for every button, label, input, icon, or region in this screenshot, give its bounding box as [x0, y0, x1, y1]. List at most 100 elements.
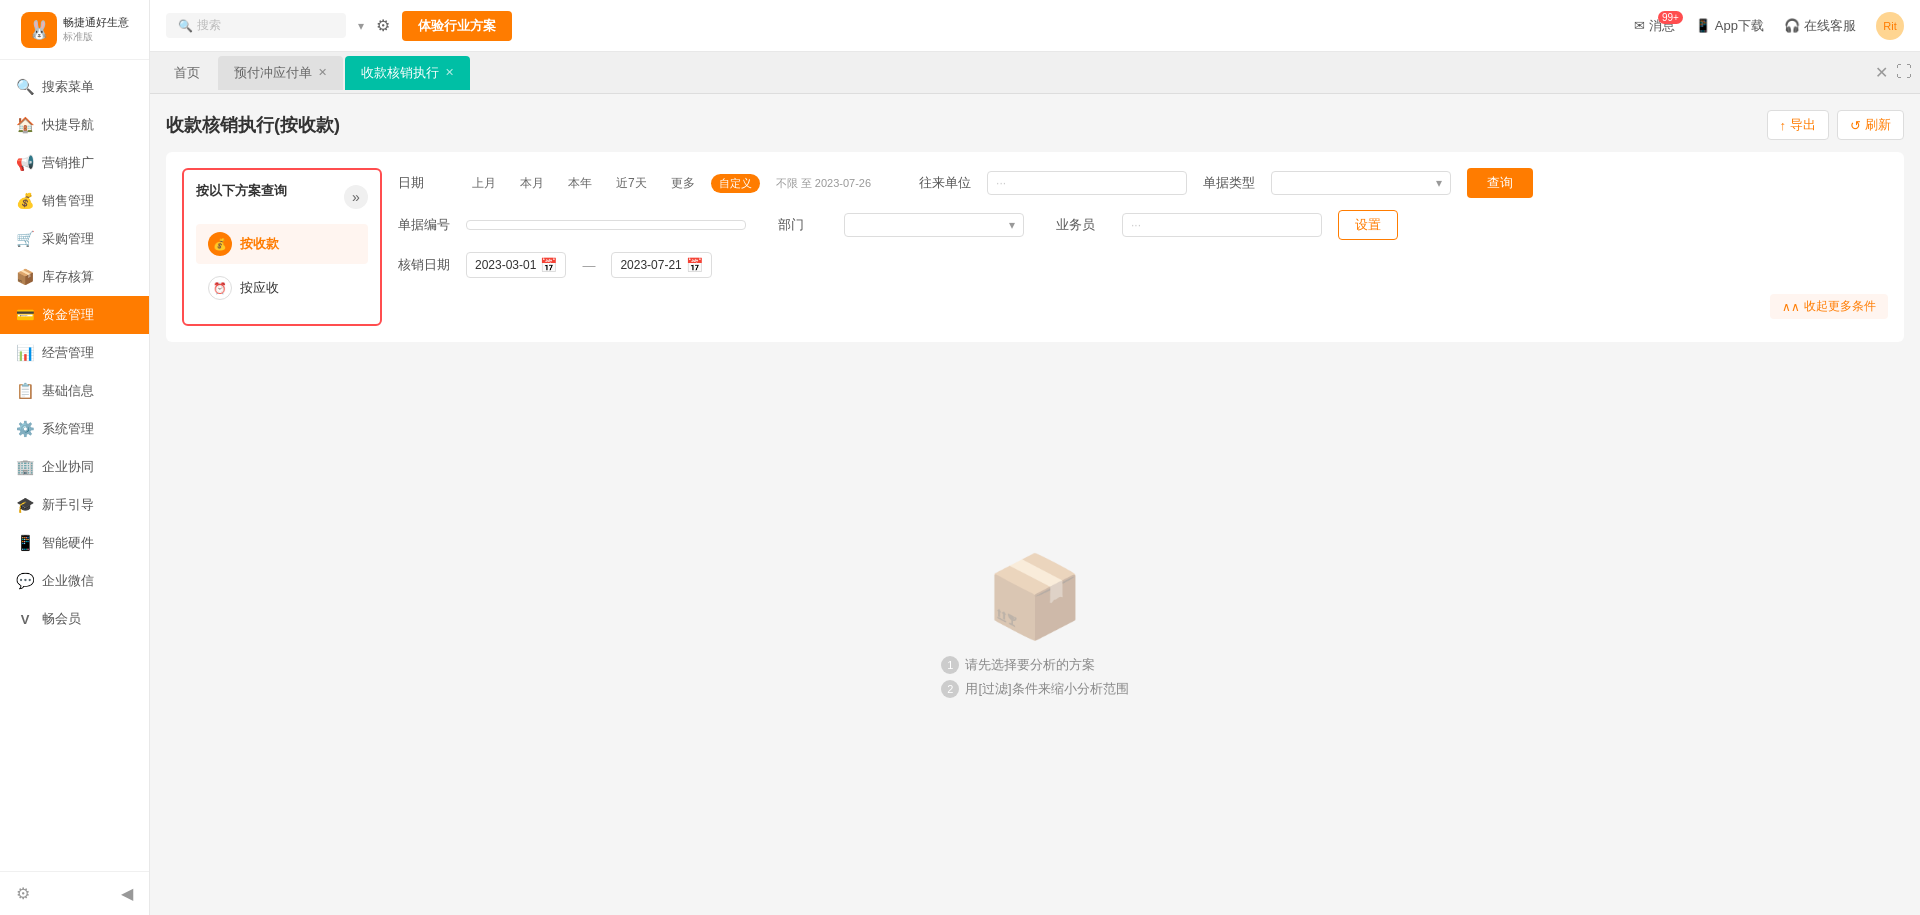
- app-name: 畅捷通好生意: [63, 15, 129, 29]
- empty-illustration: 📦: [985, 550, 1085, 644]
- tabbar: 首页 预付冲应付单 ✕ 收款核销执行 ✕ ✕ ⛶: [150, 52, 1920, 94]
- filter-area: 日期 上月 本月 本年 近7天 更多 自定义 不限 至 2023-07-26 往…: [398, 168, 1888, 326]
- topbar: 🔍 搜索 ▾ ⚙ 体验行业方案 ✉ 消息 99+ 📱 App下载 🎧 在线客服 …: [150, 0, 1920, 52]
- tab-receipt-offset-label: 收款核销执行: [361, 64, 439, 82]
- sidebar-item-system[interactable]: ⚙️ 系统管理: [0, 410, 149, 448]
- user-avatar[interactable]: Rit: [1876, 12, 1904, 40]
- filter-row-2: 单据编号 部门 ▾ 业务员 ··· 设置: [398, 210, 1888, 240]
- doc-type-dropdown-icon: ▾: [1436, 176, 1442, 190]
- tab-expand-icon[interactable]: ⛶: [1896, 63, 1912, 82]
- sidebar-label-system: 系统管理: [42, 420, 94, 438]
- query-sidebar-collapse-btn[interactable]: »: [344, 185, 368, 209]
- message-icon: ✉: [1634, 18, 1645, 33]
- counterparty-label: 往来单位: [919, 174, 971, 192]
- query-option-by-receipt[interactable]: 💰 按收款: [196, 224, 368, 264]
- industry-solution-button[interactable]: 体验行业方案: [402, 11, 512, 41]
- doc-number-input[interactable]: [466, 220, 746, 230]
- user-name: Rit: [1883, 20, 1896, 32]
- by-receipt-icon: 💰: [208, 232, 232, 256]
- tab-close-all-icon[interactable]: ✕: [1875, 63, 1888, 82]
- sidebar-item-hardware[interactable]: 📱 智能硬件: [0, 524, 149, 562]
- date-btn-custom[interactable]: 自定义: [711, 174, 760, 193]
- query-sidebar-title: 按以下方案查询: [196, 182, 287, 200]
- sidebar-item-guide[interactable]: 🎓 新手引导: [0, 486, 149, 524]
- collapse-more-button[interactable]: ∧∧ 收起更多条件: [1770, 294, 1888, 319]
- sidebar-item-marketing[interactable]: 📢 营销推广: [0, 144, 149, 182]
- topbar-search-icon: 🔍: [178, 19, 193, 33]
- online-service-icon: 🎧: [1784, 18, 1800, 33]
- sidebar-label-wechat: 企业微信: [42, 572, 94, 590]
- sidebar-item-inventory[interactable]: 📦 库存核算: [0, 258, 149, 296]
- tab-receipt-offset-close[interactable]: ✕: [445, 66, 454, 79]
- verify-date-end-input[interactable]: 2023-07-21 📅: [611, 252, 711, 278]
- tab-home[interactable]: 首页: [158, 56, 216, 90]
- sidebar-item-purchase[interactable]: 🛒 采购管理: [0, 220, 149, 258]
- date-label: 日期: [398, 174, 448, 192]
- dept-dropdown-icon: ▾: [1009, 218, 1015, 232]
- filter-row-1: 日期 上月 本月 本年 近7天 更多 自定义 不限 至 2023-07-26 往…: [398, 168, 1888, 198]
- system-icon: ⚙️: [16, 420, 34, 438]
- date-btn-more[interactable]: 更多: [663, 172, 703, 195]
- date-btn-this-month[interactable]: 本月: [512, 172, 552, 195]
- app-download-label: App下载: [1715, 17, 1764, 35]
- topbar-settings-icon[interactable]: ⚙: [376, 16, 390, 35]
- sidebar-item-search-menu[interactable]: 🔍 搜索菜单: [0, 68, 149, 106]
- search-menu-icon: 🔍: [16, 78, 34, 96]
- online-service-label: 在线客服: [1804, 17, 1856, 35]
- sidebar-label-purchase: 采购管理: [42, 230, 94, 248]
- tab-home-label: 首页: [174, 64, 200, 82]
- topbar-dropdown-arrow[interactable]: ▾: [358, 19, 364, 33]
- query-option-by-receivable[interactable]: ⏰ 按应收: [196, 268, 368, 308]
- refresh-button[interactable]: ↺ 刷新: [1837, 110, 1904, 140]
- sidebar-item-operation[interactable]: 📊 经营管理: [0, 334, 149, 372]
- sidebar-item-finance[interactable]: 💳 资金管理: [0, 296, 149, 334]
- doc-type-select[interactable]: ▾: [1271, 171, 1451, 195]
- footer-collapse-icon[interactable]: ◀: [121, 884, 133, 903]
- verify-date-end-calendar[interactable]: 📅: [686, 257, 703, 273]
- basic-info-icon: 📋: [16, 382, 34, 400]
- verify-date-start-calendar[interactable]: 📅: [540, 257, 557, 273]
- date-btn-last-month[interactable]: 上月: [464, 172, 504, 195]
- sidebar-label-basic-info: 基础信息: [42, 382, 94, 400]
- topbar-search-placeholder: 搜索: [197, 17, 221, 34]
- counterparty-input[interactable]: ···: [987, 171, 1187, 195]
- dept-select[interactable]: ▾: [844, 213, 1024, 237]
- empty-state: 📦 1 请先选择要分析的方案 2 用[过滤]条件来缩小分析范围: [166, 354, 1904, 899]
- export-button[interactable]: ↑ 导出: [1767, 110, 1830, 140]
- sidebar-label-quick-nav: 快捷导航: [42, 116, 94, 134]
- tab-prepay-offset-close[interactable]: ✕: [318, 66, 327, 79]
- date-btn-last-7days[interactable]: 近7天: [608, 172, 655, 195]
- query-button[interactable]: 查询: [1467, 168, 1533, 198]
- date-btn-this-year[interactable]: 本年: [560, 172, 600, 195]
- refresh-icon: ↺: [1850, 118, 1861, 133]
- sidebar-item-enterprise[interactable]: 🏢 企业协同: [0, 448, 149, 486]
- doc-type-label: 单据类型: [1203, 174, 1255, 192]
- sidebar-item-wechat[interactable]: 💬 企业微信: [0, 562, 149, 600]
- doc-number-label: 单据编号: [398, 216, 450, 234]
- settings-button[interactable]: 设置: [1338, 210, 1398, 240]
- salesperson-input[interactable]: ···: [1122, 213, 1322, 237]
- online-service-button[interactable]: 🎧 在线客服: [1784, 17, 1856, 35]
- guide-icon: 🎓: [16, 496, 34, 514]
- sidebar-label-operation: 经营管理: [42, 344, 94, 362]
- sidebar-label-search-menu: 搜索菜单: [42, 78, 94, 96]
- tab-receipt-offset[interactable]: 收款核销执行 ✕: [345, 56, 470, 90]
- sidebar-label-enterprise: 企业协同: [42, 458, 94, 476]
- sidebar-item-basic-info[interactable]: 📋 基础信息: [0, 372, 149, 410]
- app-logo-icon: 🐰: [21, 12, 57, 48]
- verify-date-label: 核销日期: [398, 256, 450, 274]
- main-area: 🔍 搜索 ▾ ⚙ 体验行业方案 ✉ 消息 99+ 📱 App下载 🎧 在线客服 …: [150, 0, 1920, 915]
- sidebar-item-member[interactable]: V 畅会员: [0, 600, 149, 638]
- app-download-button[interactable]: 📱 App下载: [1695, 17, 1764, 35]
- footer-settings-icon[interactable]: ⚙: [16, 884, 30, 903]
- topbar-search-box[interactable]: 🔍 搜索: [166, 13, 346, 38]
- sidebar-item-quick-nav[interactable]: 🏠 快捷导航: [0, 106, 149, 144]
- sidebar-item-sales[interactable]: 💰 销售管理: [0, 182, 149, 220]
- page-header: 收款核销执行(按收款) ↑ 导出 ↺ 刷新: [166, 110, 1904, 140]
- tabbar-actions: ✕ ⛶: [1875, 63, 1912, 82]
- tab-prepay-offset[interactable]: 预付冲应付单 ✕: [218, 56, 343, 90]
- message-button[interactable]: ✉ 消息 99+: [1634, 17, 1675, 35]
- marketing-icon: 📢: [16, 154, 34, 172]
- hint-num-2: 2: [941, 680, 959, 698]
- verify-date-start-input[interactable]: 2023-03-01 📅: [466, 252, 566, 278]
